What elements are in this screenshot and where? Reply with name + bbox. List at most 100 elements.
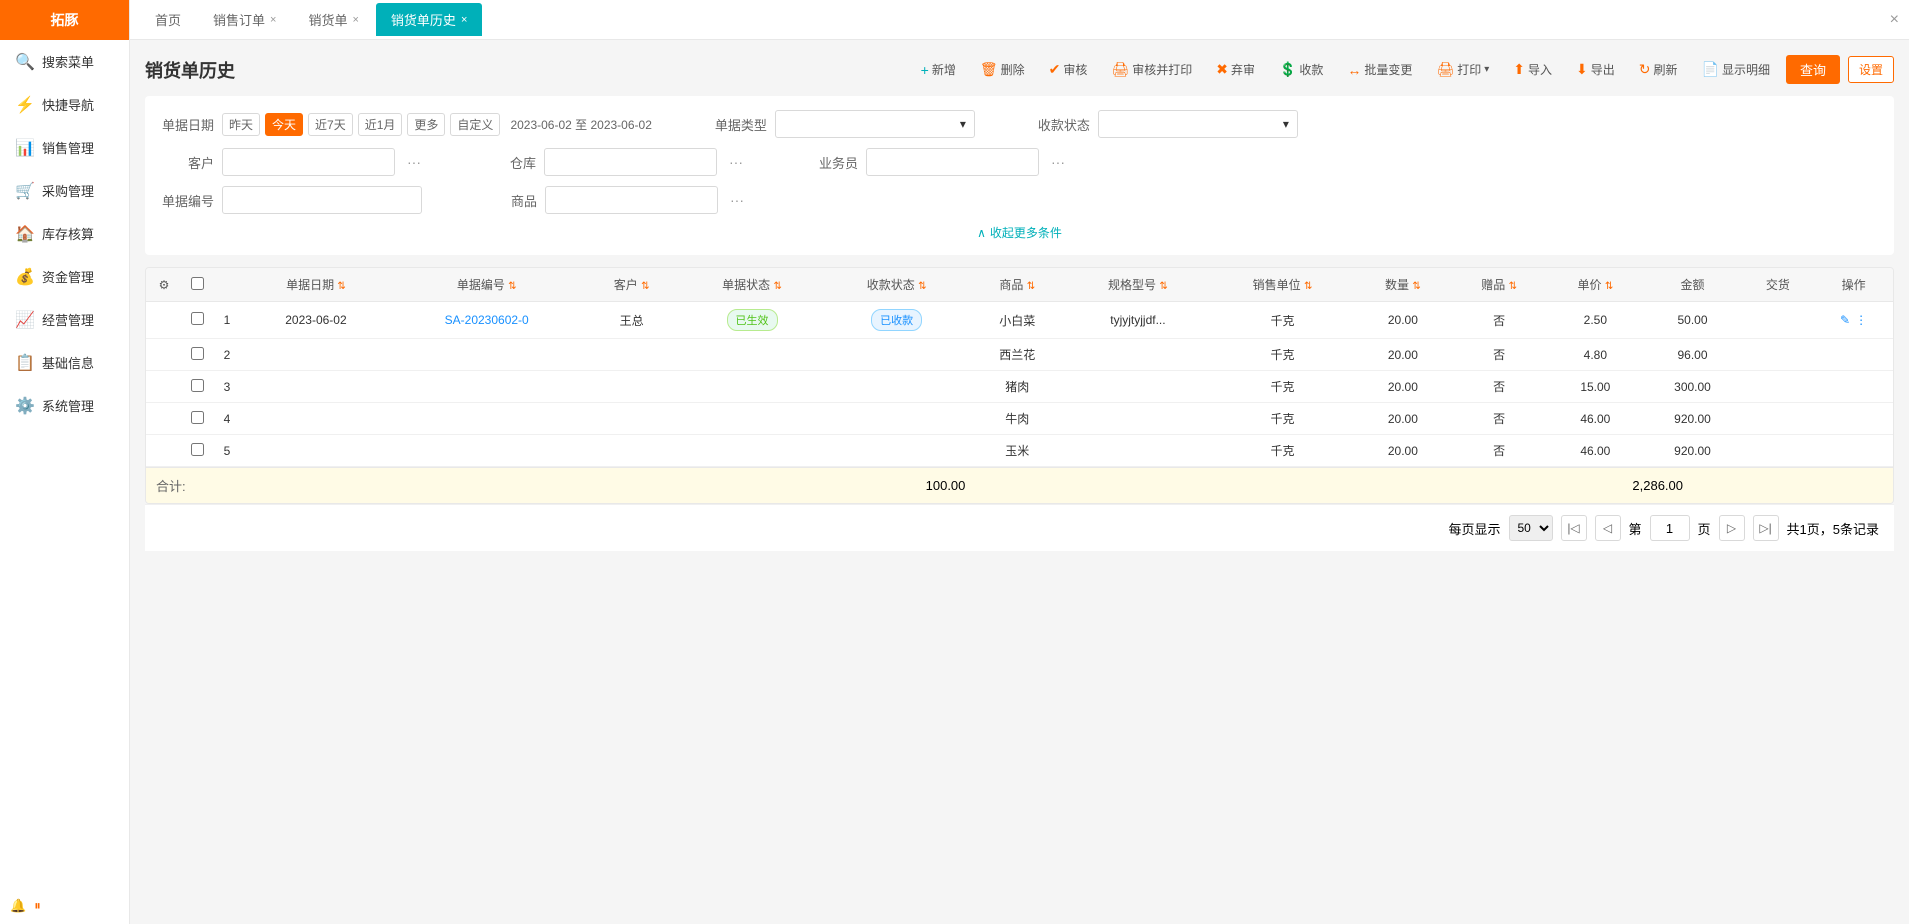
col-doc-date[interactable]: 单据日期 ⇅ bbox=[242, 268, 390, 302]
collapse-btn[interactable]: ∧ 收起更多条件 bbox=[159, 224, 1880, 241]
sidebar-item-operations[interactable]: 📈 经营管理 bbox=[0, 298, 129, 341]
more-action[interactable]: ⋮ bbox=[1855, 313, 1867, 327]
col-unit[interactable]: 销售单位 ⇅ bbox=[1210, 268, 1355, 302]
sidebar-item-sales-mgmt[interactable]: 📊 销售管理 bbox=[0, 126, 129, 169]
col-doc-status-label: 单据状态 bbox=[722, 278, 770, 292]
date-label: 单据日期 bbox=[159, 115, 214, 134]
cell-gift: 否 bbox=[1451, 403, 1547, 435]
row-checkbox[interactable] bbox=[191, 379, 204, 392]
col-goods[interactable]: 商品 ⇅ bbox=[969, 268, 1066, 302]
sidebar-item-purchase-mgmt[interactable]: 🛒 采购管理 bbox=[0, 169, 129, 212]
tab-home[interactable]: 首页 bbox=[140, 3, 196, 36]
col-unit-price-label: 单价 bbox=[1577, 278, 1601, 292]
tab-sales-delivery-close[interactable]: × bbox=[352, 14, 358, 26]
first-page-btn[interactable]: |◁ bbox=[1561, 515, 1587, 541]
cell-checkbox bbox=[182, 371, 212, 403]
sidebar-item-finance[interactable]: 💰 资金管理 bbox=[0, 255, 129, 298]
sidebar-bottom-icon1[interactable]: 🔔 bbox=[10, 898, 26, 914]
cell-spec bbox=[1066, 403, 1211, 435]
page-unit: 页 bbox=[1698, 519, 1711, 538]
docno-input[interactable] bbox=[222, 186, 422, 214]
row-checkbox[interactable] bbox=[191, 347, 204, 360]
setting-button[interactable]: 设置 bbox=[1848, 56, 1894, 83]
edit-action[interactable]: ✎ bbox=[1840, 313, 1850, 327]
doc-no-link[interactable]: SA-20230602-0 bbox=[445, 313, 529, 327]
cell-unit: 千克 bbox=[1210, 302, 1355, 339]
audit-button[interactable]: ✔ 审核 bbox=[1041, 57, 1096, 82]
per-page-select[interactable]: 50 bbox=[1509, 515, 1553, 541]
add-label: 新增 bbox=[932, 61, 956, 78]
batch-change-button[interactable]: ↔ 批量变更 bbox=[1339, 57, 1420, 82]
show-detail-button[interactable]: 📄 显示明细 bbox=[1694, 57, 1778, 82]
print-button[interactable]: 🖨 打印 ▾ bbox=[1428, 57, 1497, 82]
salesperson-input[interactable] bbox=[866, 148, 1039, 176]
tab-home-label: 首页 bbox=[155, 10, 181, 29]
col-payment-status[interactable]: 收款状态 ⇅ bbox=[824, 268, 969, 302]
sidebar: 拓豚 🔍 搜索菜单 ⚡ 快捷导航 📊 销售管理 🛒 采购管理 🏠 库存核算 💰 … bbox=[0, 0, 130, 924]
sort-gift-icon: ⇅ bbox=[1509, 281, 1517, 292]
sidebar-item-system[interactable]: ⚙️ 系统管理 bbox=[0, 384, 129, 427]
col-customer[interactable]: 客户 ⇅ bbox=[584, 268, 680, 302]
row-checkbox[interactable] bbox=[191, 312, 204, 325]
sidebar-item-basic-info[interactable]: 📋 基础信息 bbox=[0, 341, 129, 384]
query-button[interactable]: 查询 bbox=[1786, 55, 1840, 84]
date-btn-yesterday[interactable]: 昨天 bbox=[222, 113, 260, 136]
window-close-btn[interactable]: × bbox=[1890, 11, 1899, 29]
col-doc-status[interactable]: 单据状态 ⇅ bbox=[680, 268, 825, 302]
last-page-btn[interactable]: ▷| bbox=[1753, 515, 1779, 541]
customer-dots[interactable]: ··· bbox=[407, 154, 421, 170]
tab-sales-order-close[interactable]: × bbox=[270, 14, 276, 26]
tab-sales-delivery[interactable]: 销货单 × bbox=[293, 3, 373, 36]
refresh-button[interactable]: ↻ 刷新 bbox=[1631, 57, 1686, 82]
cell-doc-status bbox=[680, 371, 825, 403]
cell-unit: 千克 bbox=[1210, 339, 1355, 371]
doc-type-select[interactable]: ▾ bbox=[775, 110, 975, 138]
tab-sales-history[interactable]: 销货单历史 × bbox=[376, 3, 482, 36]
col-spec[interactable]: 规格型号 ⇅ bbox=[1066, 268, 1211, 302]
cell-settings bbox=[146, 339, 182, 371]
warehouse-input[interactable] bbox=[544, 148, 717, 176]
date-btn-today[interactable]: 今天 bbox=[265, 113, 303, 136]
row-checkbox[interactable] bbox=[191, 443, 204, 456]
delete-button[interactable]: 🗑 删除 bbox=[972, 57, 1033, 82]
sidebar-item-inventory[interactable]: 🏠 库存核算 bbox=[0, 212, 129, 255]
date-btn-1month[interactable]: 近1月 bbox=[358, 113, 403, 136]
audit-print-button[interactable]: 🖨 审核并打印 bbox=[1103, 57, 1200, 82]
add-button[interactable]: + 新增 bbox=[913, 57, 964, 82]
export-button[interactable]: ⬇ 导出 bbox=[1568, 57, 1623, 82]
sidebar-item-quick-nav[interactable]: ⚡ 快捷导航 bbox=[0, 83, 129, 126]
col-qty[interactable]: 数量 ⇅ bbox=[1355, 268, 1451, 302]
sidebar-label-system: 系统管理 bbox=[42, 396, 94, 415]
warehouse-dots[interactable]: ··· bbox=[729, 154, 743, 170]
col-unit-price[interactable]: 单价 ⇅ bbox=[1547, 268, 1643, 302]
sidebar-bottom-icon2[interactable]: ⏸ bbox=[34, 898, 41, 914]
col-unit-label: 销售单位 bbox=[1253, 278, 1301, 292]
select-all-checkbox[interactable] bbox=[191, 277, 204, 290]
page-input[interactable] bbox=[1650, 515, 1690, 541]
import-button[interactable]: ⬆ 导入 bbox=[1505, 57, 1560, 82]
date-btn-more[interactable]: 更多 bbox=[407, 113, 445, 136]
col-gift[interactable]: 赠品 ⇅ bbox=[1451, 268, 1547, 302]
search-menu-icon: 🔍 bbox=[16, 53, 34, 71]
sidebar-label-sales-mgmt: 销售管理 bbox=[42, 138, 94, 157]
tab-sales-history-close[interactable]: × bbox=[461, 14, 467, 26]
next-page-btn[interactable]: ▷ bbox=[1719, 515, 1745, 541]
date-btn-custom[interactable]: 自定义 bbox=[450, 113, 500, 136]
goods-input[interactable] bbox=[545, 186, 718, 214]
prev-page-btn[interactable]: ◁ bbox=[1595, 515, 1621, 541]
cell-settings bbox=[146, 403, 182, 435]
abandon-label: 弃审 bbox=[1231, 61, 1255, 78]
print-arrow-icon: ▾ bbox=[1484, 64, 1489, 75]
abandon-button[interactable]: ✖ 弃审 bbox=[1208, 57, 1263, 82]
tab-sales-order[interactable]: 销售订单 × bbox=[198, 3, 291, 36]
col-settings[interactable]: ⚙ bbox=[146, 268, 182, 302]
goods-dots[interactable]: ··· bbox=[730, 192, 744, 208]
sidebar-item-search-menu[interactable]: 🔍 搜索菜单 bbox=[0, 40, 129, 83]
row-checkbox[interactable] bbox=[191, 411, 204, 424]
collect-button[interactable]: 💲 收款 bbox=[1271, 57, 1331, 82]
salesperson-dots[interactable]: ··· bbox=[1051, 154, 1065, 170]
payment-status-select[interactable]: ▾ bbox=[1098, 110, 1298, 138]
col-doc-no[interactable]: 单据编号 ⇅ bbox=[390, 268, 584, 302]
customer-input[interactable] bbox=[222, 148, 395, 176]
date-btn-7days[interactable]: 近7天 bbox=[308, 113, 353, 136]
